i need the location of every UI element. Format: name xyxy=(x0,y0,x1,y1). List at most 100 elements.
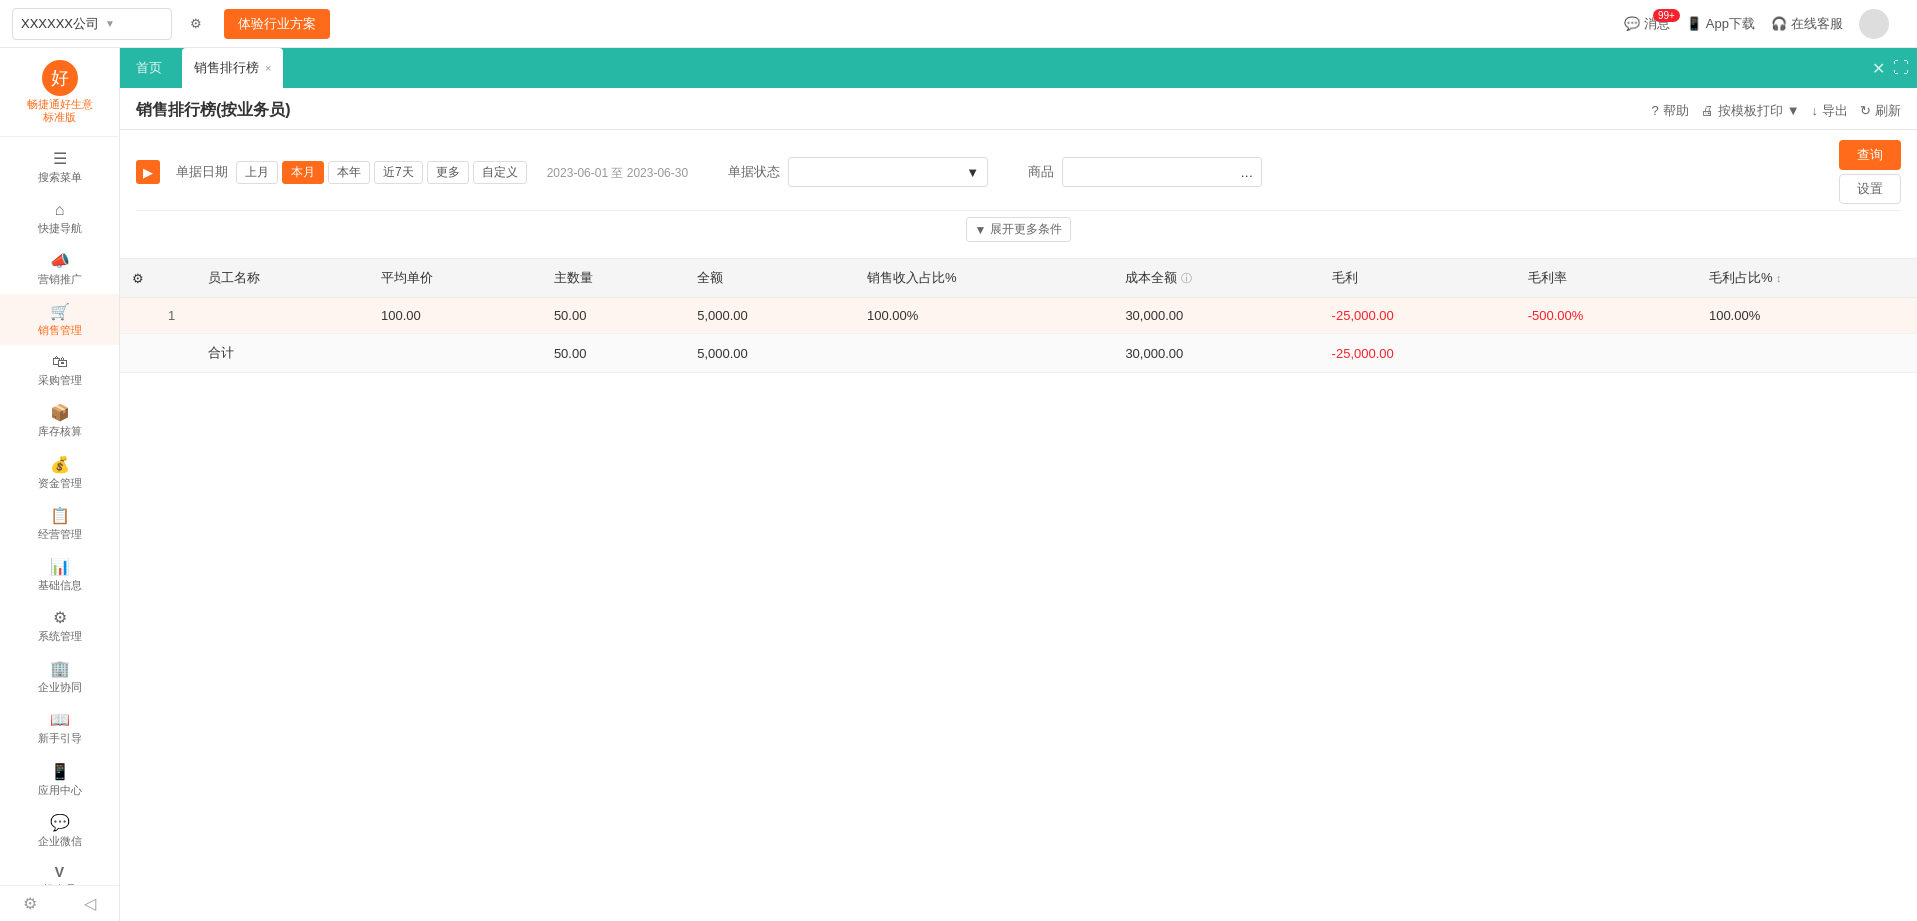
sidebar-item-wechat[interactable]: 💬 企业微信 xyxy=(0,805,119,856)
sidebar-item-guide[interactable]: 📖 新手引导 xyxy=(0,702,119,753)
enterprise-icon: 🏢 xyxy=(50,659,70,678)
print-button[interactable]: 🖨 按模板打印 ▼ xyxy=(1701,102,1800,120)
sidebar-item-marketing[interactable]: 📣 营销推广 xyxy=(0,243,119,294)
settings-button[interactable]: 设置 xyxy=(1839,174,1901,204)
sidebar-enterprise-label: 企业协同 xyxy=(38,681,82,694)
refresh-button[interactable]: ↻ 刷新 xyxy=(1860,102,1901,120)
footer-sales-pct xyxy=(855,334,1113,373)
date-btn-custom[interactable]: 自定义 xyxy=(473,161,527,184)
query-actions: 查询 设置 xyxy=(1839,140,1901,204)
date-btn-more[interactable]: 更多 xyxy=(427,161,469,184)
sidebar-item-enterprise[interactable]: 🏢 企业协同 xyxy=(0,651,119,702)
table-footer-row: 合计 50.00 5,000.00 30,000.00 -25,000.00 xyxy=(120,334,1917,373)
maximize-icon[interactable]: ⛶ xyxy=(1893,59,1909,77)
headset-icon: 🎧 xyxy=(1771,16,1787,31)
home-icon: ⌂ xyxy=(55,201,65,219)
trial-button[interactable]: 体验行业方案 xyxy=(224,9,330,39)
tab-close-icon[interactable]: × xyxy=(265,62,271,74)
date-range-text: 2023-06-01 至 2023-06-30 xyxy=(547,165,688,182)
help-icon: ? xyxy=(1651,103,1658,118)
sidebar-item-finance[interactable]: 💰 资金管理 xyxy=(0,447,119,498)
expand-more-label: 展开更多条件 xyxy=(990,221,1062,238)
expand-more-conditions-btn[interactable]: ▼ 展开更多条件 xyxy=(966,217,1072,242)
date-btn-last-month[interactable]: 上月 xyxy=(236,161,278,184)
tab-sales-label: 销售排行榜 xyxy=(194,59,259,77)
tab-home[interactable]: 首页 xyxy=(120,48,178,88)
sidebar-item-member[interactable]: V 畅会员 xyxy=(0,856,119,885)
query-button[interactable]: 查询 xyxy=(1839,140,1901,170)
th-settings[interactable]: ⚙ xyxy=(120,259,156,298)
th-name: 员工名称 xyxy=(196,259,369,298)
date-btn-this-month[interactable]: 本月 xyxy=(282,161,324,184)
th-gross-rate: 毛利率 xyxy=(1516,259,1697,298)
th-gross-pct: 毛利占比% ↕ xyxy=(1697,259,1917,298)
date-filter-group: 单据日期 上月 本月 本年 近7天 更多 自定义 xyxy=(176,161,527,184)
td-main-qty: 50.00 xyxy=(542,298,685,334)
sidebar-item-app-center[interactable]: 📱 应用中心 xyxy=(0,754,119,805)
wechat-icon: 💬 xyxy=(50,813,70,832)
online-service-button[interactable]: 🎧 在线客服 xyxy=(1771,15,1843,33)
page-actions: ? 帮助 🖨 按模板打印 ▼ ↓ 导出 ↻ xyxy=(1651,102,1901,120)
filter-expand-btn[interactable]: ▶ xyxy=(136,160,160,184)
th-cost-amt: 成本全额 ⓘ xyxy=(1113,259,1319,298)
more-filter-row: ▼ 展开更多条件 xyxy=(136,210,1901,248)
td-avg-price: 100.00 xyxy=(369,298,542,334)
user-avatar[interactable] xyxy=(1859,9,1889,39)
date-btn-this-year[interactable]: 本年 xyxy=(328,161,370,184)
help-label: 帮助 xyxy=(1663,102,1689,120)
sidebar-item-purchase[interactable]: 🛍 采购管理 xyxy=(0,345,119,395)
message-badge: 99+ xyxy=(1653,9,1680,22)
td-gross-profit: -25,000.00 xyxy=(1320,298,1516,334)
th-main-qty: 主数量 xyxy=(542,259,685,298)
td-amount: 5,000.00 xyxy=(685,298,855,334)
purchase-icon: 🛍 xyxy=(52,353,68,371)
sidebar-item-basic-info[interactable]: 📊 基础信息 xyxy=(0,549,119,600)
footer-gross-rate xyxy=(1516,334,1697,373)
sidebar-item-sales[interactable]: 🛒 销售管理 xyxy=(0,294,119,345)
member-icon: V xyxy=(55,864,64,880)
goods-filter-label: 商品 xyxy=(1028,163,1054,181)
sidebar-item-system[interactable]: ⚙ 系统管理 xyxy=(0,600,119,651)
gross-pct-label: 毛利占比% xyxy=(1709,270,1773,285)
page-header: 销售排行榜(按业务员) ? 帮助 🖨 按模板打印 ▼ ↓ xyxy=(120,88,1917,130)
company-selector[interactable]: XXXXXX公司 ▼ xyxy=(12,8,172,40)
td-gross-pct: 100.00% xyxy=(1697,298,1917,334)
sidebar-item-quick-nav[interactable]: ⌂ 快捷导航 xyxy=(0,193,119,243)
sidebar-menu: ☰ 搜索菜单 ⌂ 快捷导航 📣 营销推广 🛒 销售管理 🛍 采购管理 xyxy=(0,137,119,885)
sidebar-item-inventory[interactable]: 📦 库存核算 xyxy=(0,395,119,446)
logo-text: 畅捷通好生意标准版 xyxy=(27,98,93,124)
sidebar-wechat-label: 企业微信 xyxy=(38,835,82,848)
sidebar-marketing-label: 营销推广 xyxy=(38,273,82,286)
collapse-icon[interactable]: ◁ xyxy=(84,894,96,913)
app-center-icon: 📱 xyxy=(50,762,70,781)
top-right-actions: 💬 消息 99+ 📱 App下载 🎧 在线客服 xyxy=(1624,9,1905,39)
sidebar-item-operations[interactable]: 📋 经营管理 xyxy=(0,498,119,549)
td-cost-amt: 30,000.00 xyxy=(1113,298,1319,334)
td-gross-rate: -500.00% xyxy=(1516,298,1697,334)
status-filter-label: 单据状态 xyxy=(728,163,780,181)
close-window-icon[interactable]: ✕ xyxy=(1872,59,1885,78)
search-order-icon: ☰ xyxy=(53,149,67,168)
app-download-button[interactable]: 📱 App下载 xyxy=(1686,15,1755,33)
sidebar-item-search-order[interactable]: ☰ 搜索菜单 xyxy=(0,141,119,192)
settings-icon-btn[interactable]: ⚙ xyxy=(180,8,212,40)
date-btn-7days[interactable]: 近7天 xyxy=(374,161,423,184)
chevron-down-more-icon: ▼ xyxy=(975,223,987,237)
status-select[interactable]: ▼ xyxy=(788,157,988,187)
td-settings xyxy=(120,298,156,334)
app-download-label: App下载 xyxy=(1706,15,1755,33)
print-dropdown-icon: ▼ xyxy=(1787,103,1800,118)
help-button[interactable]: ? 帮助 xyxy=(1651,102,1688,120)
basic-info-icon: 📊 xyxy=(50,557,70,576)
guide-icon: 📖 xyxy=(50,710,70,729)
tab-sales-ranking[interactable]: 销售排行榜 × xyxy=(182,48,283,88)
gross-pct-sort-icon[interactable]: ↕ xyxy=(1776,272,1782,284)
export-button[interactable]: ↓ 导出 xyxy=(1812,102,1849,120)
sidebar-guide-label: 新手引导 xyxy=(38,732,82,745)
sidebar-purchase-label: 采购管理 xyxy=(38,374,82,387)
goods-select[interactable]: … xyxy=(1062,157,1262,187)
message-button[interactable]: 💬 消息 99+ xyxy=(1624,15,1670,33)
refresh-icon: ↻ xyxy=(1860,103,1871,118)
settings-bottom-icon[interactable]: ⚙ xyxy=(23,894,37,913)
status-filter-group: 单据状态 ▼ xyxy=(728,157,988,187)
